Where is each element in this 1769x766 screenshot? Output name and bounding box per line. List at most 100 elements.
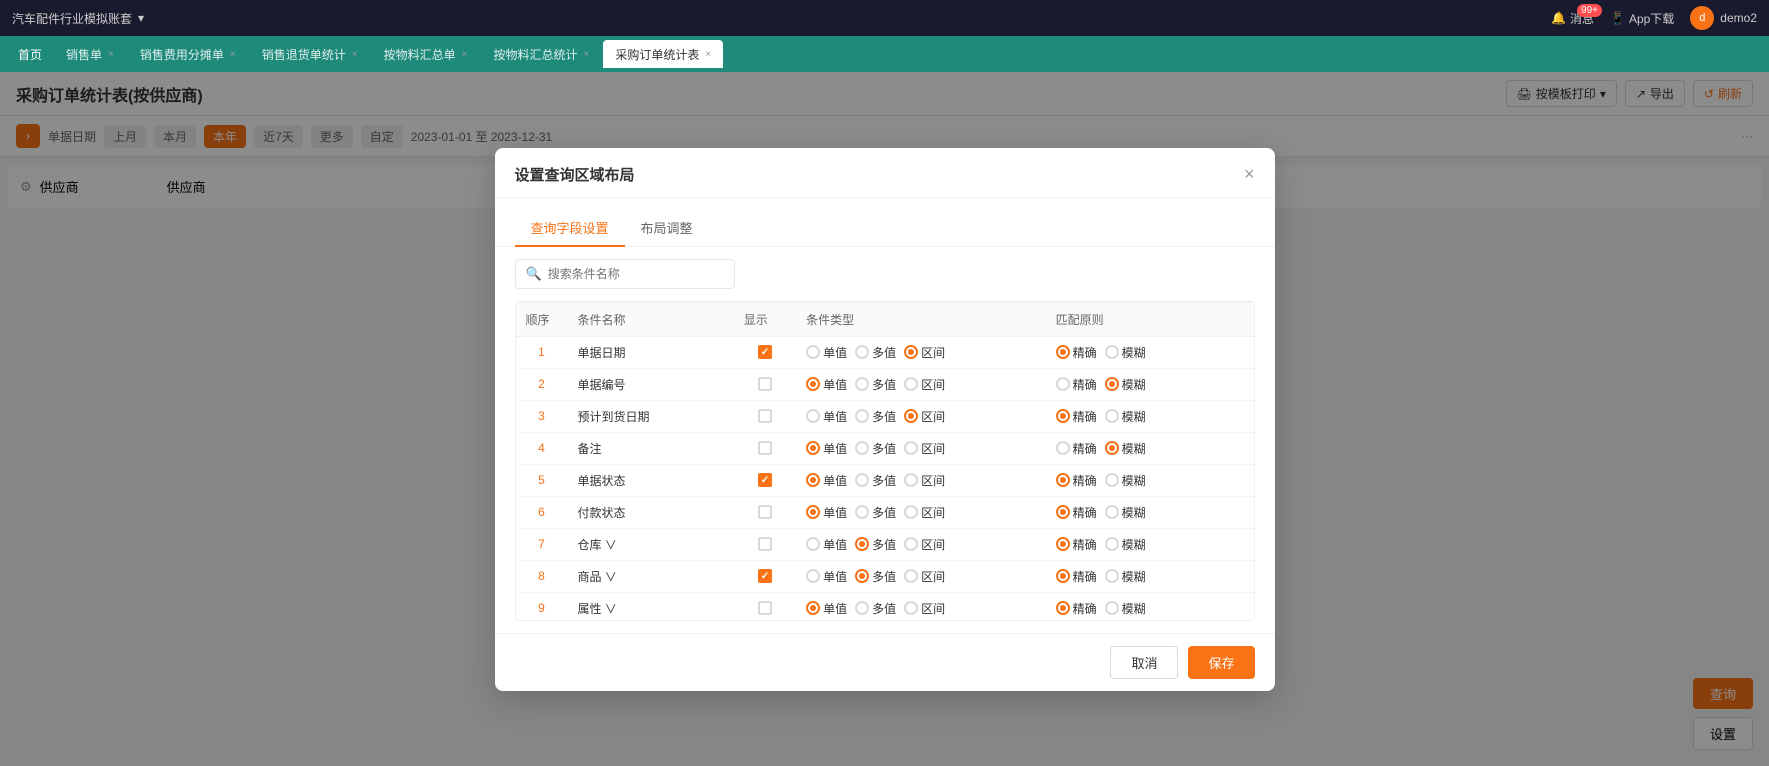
radio-type-区间[interactable]: 区间 bbox=[904, 376, 945, 393]
checkbox[interactable] bbox=[758, 569, 772, 583]
radio-type-区间[interactable]: 区间 bbox=[904, 600, 945, 617]
radio-type-多值[interactable]: 多值 bbox=[855, 344, 896, 361]
radio-type-多值[interactable]: 多值 bbox=[855, 440, 896, 457]
tab-close-sales-return[interactable]: × bbox=[352, 49, 358, 60]
row-match-options: 精确模糊 bbox=[1046, 496, 1254, 528]
radio-type-单值[interactable]: 单值 bbox=[806, 440, 847, 457]
checkbox[interactable] bbox=[758, 409, 772, 423]
tab-layout-adjust[interactable]: 布局调整 bbox=[625, 210, 709, 247]
tab-close-sales-expense[interactable]: × bbox=[230, 49, 236, 60]
radio-circle bbox=[1056, 537, 1070, 551]
radio-type-单值[interactable]: 单值 bbox=[806, 472, 847, 489]
radio-circle bbox=[904, 409, 918, 423]
notification-button[interactable]: 🔔 消息 99+ bbox=[1551, 10, 1594, 27]
radio-type-区间[interactable]: 区间 bbox=[904, 408, 945, 425]
radio-match-模糊[interactable]: 模糊 bbox=[1105, 536, 1146, 553]
row-display-checkbox[interactable] bbox=[734, 528, 796, 560]
checkbox[interactable] bbox=[758, 601, 772, 615]
radio-type-单值[interactable]: 单值 bbox=[806, 568, 847, 585]
radio-type-单值[interactable]: 单值 bbox=[806, 504, 847, 521]
radio-circle bbox=[806, 377, 820, 391]
checkbox[interactable] bbox=[758, 473, 772, 487]
radio-circle bbox=[855, 441, 869, 455]
cancel-button[interactable]: 取消 bbox=[1110, 646, 1178, 679]
row-display-checkbox[interactable] bbox=[734, 400, 796, 432]
radio-match-模糊[interactable]: 模糊 bbox=[1105, 568, 1146, 585]
search-input[interactable] bbox=[548, 267, 724, 281]
tab-close-material-stats[interactable]: × bbox=[583, 49, 589, 60]
checkbox[interactable] bbox=[758, 505, 772, 519]
tab-query-fields[interactable]: 查询字段设置 bbox=[515, 210, 625, 247]
row-match-options: 精确模糊 bbox=[1046, 336, 1254, 368]
radio-match-精确[interactable]: 精确 bbox=[1056, 600, 1097, 617]
radio-type-多值[interactable]: 多值 bbox=[855, 408, 896, 425]
row-display-checkbox[interactable] bbox=[734, 464, 796, 496]
radio-circle bbox=[806, 601, 820, 615]
radio-match-精确[interactable]: 精确 bbox=[1056, 472, 1097, 489]
radio-match-精确[interactable]: 精确 bbox=[1056, 440, 1097, 457]
checkbox[interactable] bbox=[758, 537, 772, 551]
radio-type-单值[interactable]: 单值 bbox=[806, 376, 847, 393]
radio-type-单值[interactable]: 单值 bbox=[806, 408, 847, 425]
radio-match-精确[interactable]: 精确 bbox=[1056, 536, 1097, 553]
radio-type-区间[interactable]: 区间 bbox=[904, 440, 945, 457]
radio-type-区间[interactable]: 区间 bbox=[904, 472, 945, 489]
row-display-checkbox[interactable] bbox=[734, 336, 796, 368]
radio-match-模糊[interactable]: 模糊 bbox=[1105, 344, 1146, 361]
dropdown-icon[interactable]: ▾ bbox=[138, 11, 144, 25]
radio-type-区间[interactable]: 区间 bbox=[904, 504, 945, 521]
radio-match-模糊[interactable]: 模糊 bbox=[1105, 472, 1146, 489]
radio-type-单值[interactable]: 单值 bbox=[806, 600, 847, 617]
row-type-options: 单值多值区间 bbox=[796, 432, 1045, 464]
tab-material-stats[interactable]: 按物料汇总统计 × bbox=[481, 40, 601, 68]
radio-type-多值[interactable]: 多值 bbox=[855, 536, 896, 553]
radio-type-区间[interactable]: 区间 bbox=[904, 536, 945, 553]
save-button[interactable]: 保存 bbox=[1188, 646, 1254, 679]
radio-type-多值[interactable]: 多值 bbox=[855, 376, 896, 393]
radio-match-模糊[interactable]: 模糊 bbox=[1105, 440, 1146, 457]
dialog-header: 设置查询区域布局 × bbox=[495, 148, 1275, 198]
row-display-checkbox[interactable] bbox=[734, 496, 796, 528]
radio-match-模糊[interactable]: 模糊 bbox=[1105, 600, 1146, 617]
main-area: 采购订单统计表(按供应商) 🖨 按模板打印 ▾ ↗ 导出 ↺ 刷新 › 单据日期… bbox=[0, 72, 1769, 766]
table-row: 1单据日期单值多值区间精确模糊 bbox=[516, 336, 1254, 368]
tab-close-purchase-order[interactable]: × bbox=[705, 49, 711, 60]
user-menu[interactable]: d demo2 bbox=[1690, 6, 1757, 30]
checkbox[interactable] bbox=[758, 441, 772, 455]
tab-home[interactable]: 首页 bbox=[8, 46, 52, 63]
tab-close-material-summary[interactable]: × bbox=[462, 49, 468, 60]
app-download-button[interactable]: 📱 App下载 bbox=[1610, 10, 1674, 27]
radio-match-精确[interactable]: 精确 bbox=[1056, 504, 1097, 521]
tab-purchase-order[interactable]: 采购订单统计表 × bbox=[603, 40, 723, 68]
radio-circle bbox=[806, 473, 820, 487]
radio-match-精确[interactable]: 精确 bbox=[1056, 568, 1097, 585]
row-display-checkbox[interactable] bbox=[734, 368, 796, 400]
row-condition-name: 付款状态 bbox=[567, 496, 733, 528]
radio-type-单值[interactable]: 单值 bbox=[806, 344, 847, 361]
tab-sales-return[interactable]: 销售退货单统计 × bbox=[250, 40, 370, 68]
checkbox[interactable] bbox=[758, 345, 772, 359]
radio-type-多值[interactable]: 多值 bbox=[855, 600, 896, 617]
tab-material-summary[interactable]: 按物料汇总单 × bbox=[372, 40, 480, 68]
radio-match-模糊[interactable]: 模糊 bbox=[1105, 408, 1146, 425]
radio-match-精确[interactable]: 精确 bbox=[1056, 408, 1097, 425]
row-display-checkbox[interactable] bbox=[734, 592, 796, 621]
radio-type-单值[interactable]: 单值 bbox=[806, 536, 847, 553]
radio-type-区间[interactable]: 区间 bbox=[904, 344, 945, 361]
dialog-close-button[interactable]: × bbox=[1244, 165, 1255, 183]
radio-type-区间[interactable]: 区间 bbox=[904, 568, 945, 585]
radio-type-多值[interactable]: 多值 bbox=[855, 472, 896, 489]
radio-match-精确[interactable]: 精确 bbox=[1056, 376, 1097, 393]
radio-type-多值[interactable]: 多值 bbox=[855, 568, 896, 585]
tab-sales-expense[interactable]: 销售费用分摊单 × bbox=[128, 40, 248, 68]
tab-close-sales-order[interactable]: × bbox=[108, 49, 114, 60]
radio-type-多值[interactable]: 多值 bbox=[855, 504, 896, 521]
tab-sales-order[interactable]: 销售单 × bbox=[54, 40, 126, 68]
radio-match-精确[interactable]: 精确 bbox=[1056, 344, 1097, 361]
checkbox[interactable] bbox=[758, 377, 772, 391]
radio-match-模糊[interactable]: 模糊 bbox=[1105, 504, 1146, 521]
row-match-options: 精确模糊 bbox=[1046, 432, 1254, 464]
row-display-checkbox[interactable] bbox=[734, 432, 796, 464]
row-display-checkbox[interactable] bbox=[734, 560, 796, 592]
radio-match-模糊[interactable]: 模糊 bbox=[1105, 376, 1146, 393]
